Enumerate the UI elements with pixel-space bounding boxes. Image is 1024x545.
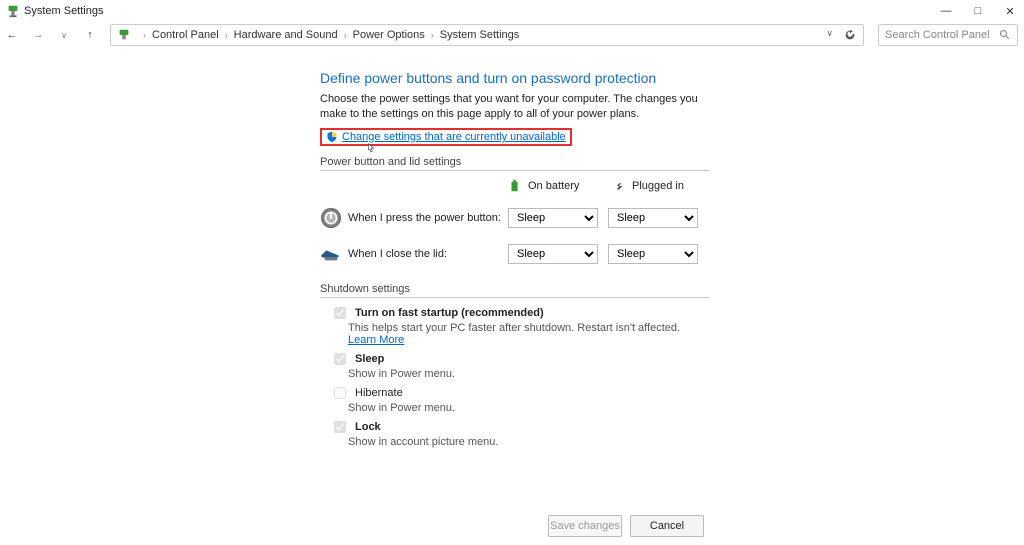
hibernate-item: Hibernate Show in Power menu. [330,384,710,414]
fast-startup-label: Turn on fast startup (recommended) [355,307,544,319]
recent-locations[interactable]: ∨ [58,31,70,40]
crumb-control-panel[interactable]: Control Panel [152,29,219,41]
close-lid-icon [320,243,342,265]
lock-checkbox[interactable] [334,421,346,433]
back-button[interactable]: ← [6,29,18,41]
crumb-system-settings[interactable]: System Settings [440,29,519,41]
refresh-button[interactable] [843,28,857,42]
sleep-item: Sleep Show in Power menu. [330,350,710,380]
lock-item: Lock Show in account picture menu. [330,418,710,448]
fast-startup-checkbox[interactable] [334,307,346,319]
fast-startup-item: Turn on fast startup (recommended) This … [330,304,710,346]
page-heading: Define power buttons and turn on passwor… [320,70,710,86]
hibernate-desc: Show in Power menu. [348,402,710,414]
control-panel-icon [117,28,131,42]
shutdown-settings-list: Turn on fast startup (recommended) This … [320,304,710,448]
save-changes-button[interactable]: Save changes [548,515,622,537]
content-area: Define power buttons and turn on passwor… [0,56,1024,507]
hibernate-label: Hibernate [355,387,403,399]
window-controls: — □ ✕ [940,5,1018,18]
forward-button[interactable]: → [32,29,44,41]
fast-startup-desc: This helps start your PC faster after sh… [348,322,680,334]
breadcrumb[interactable]: › Control Panel › Hardware and Sound › P… [110,24,864,46]
close-lid-label: When I close the lid: [348,248,508,260]
shutdown-section-caption: Shutdown settings [320,283,710,298]
sleep-checkbox[interactable] [334,353,346,365]
close-lid-battery-select[interactable]: Sleep [508,244,598,264]
on-battery-column: On battery [508,179,606,193]
window-title: System Settings [24,5,103,17]
power-button-row: When I press the power button: Sleep Sle… [320,207,710,229]
search-placeholder: Search Control Panel [885,29,999,41]
chevron-right-icon: › [143,30,146,40]
power-button-icon [320,207,342,229]
crumb-power-options[interactable]: Power Options [353,29,425,41]
lock-desc: Show in account picture menu. [348,436,710,448]
sleep-desc: Show in Power menu. [348,368,710,380]
sleep-label: Sleep [355,353,384,365]
battery-icon [508,179,522,193]
cancel-button[interactable]: Cancel [630,515,704,537]
change-settings-highlight: Change settings that are currently unava… [320,128,572,146]
minimize-button[interactable]: — [940,5,952,18]
column-headers: On battery Plugged in [320,179,710,193]
titlebar: System Settings — □ ✕ [0,0,1024,22]
close-lid-plugged-select[interactable]: Sleep [608,244,698,264]
app-icon [6,4,20,18]
close-lid-row: When I close the lid: Sleep Sleep [320,243,710,265]
uac-shield-icon [326,131,338,143]
lock-label: Lock [355,421,381,433]
search-box[interactable]: Search Control Panel [878,24,1018,46]
search-icon [999,29,1011,41]
chevron-right-icon: › [431,30,434,40]
power-button-battery-select[interactable]: Sleep [508,208,598,228]
power-button-plugged-select[interactable]: Sleep [608,208,698,228]
chevron-right-icon: › [225,30,228,40]
power-button-section-caption: Power button and lid settings [320,156,710,171]
plug-icon [612,179,626,193]
address-bar: ← → ∨ ↑ › Control Panel › Hardware and S… [6,22,1018,48]
close-button[interactable]: ✕ [1004,5,1016,18]
plugged-in-column: Plugged in [612,179,710,193]
learn-more-link[interactable]: Learn More [348,334,404,346]
page-description: Choose the power settings that you want … [320,92,710,122]
cursor-pointer-icon [364,142,376,156]
up-button[interactable]: ↑ [84,29,96,41]
crumb-hardware-sound[interactable]: Hardware and Sound [234,29,338,41]
power-button-label: When I press the power button: [348,212,508,224]
addr-dropdown[interactable]: ∨ [826,28,833,42]
chevron-right-icon: › [344,30,347,40]
maximize-button[interactable]: □ [972,5,984,18]
bottom-button-bar: Save changes Cancel [0,515,1024,537]
hibernate-checkbox[interactable] [334,387,346,399]
